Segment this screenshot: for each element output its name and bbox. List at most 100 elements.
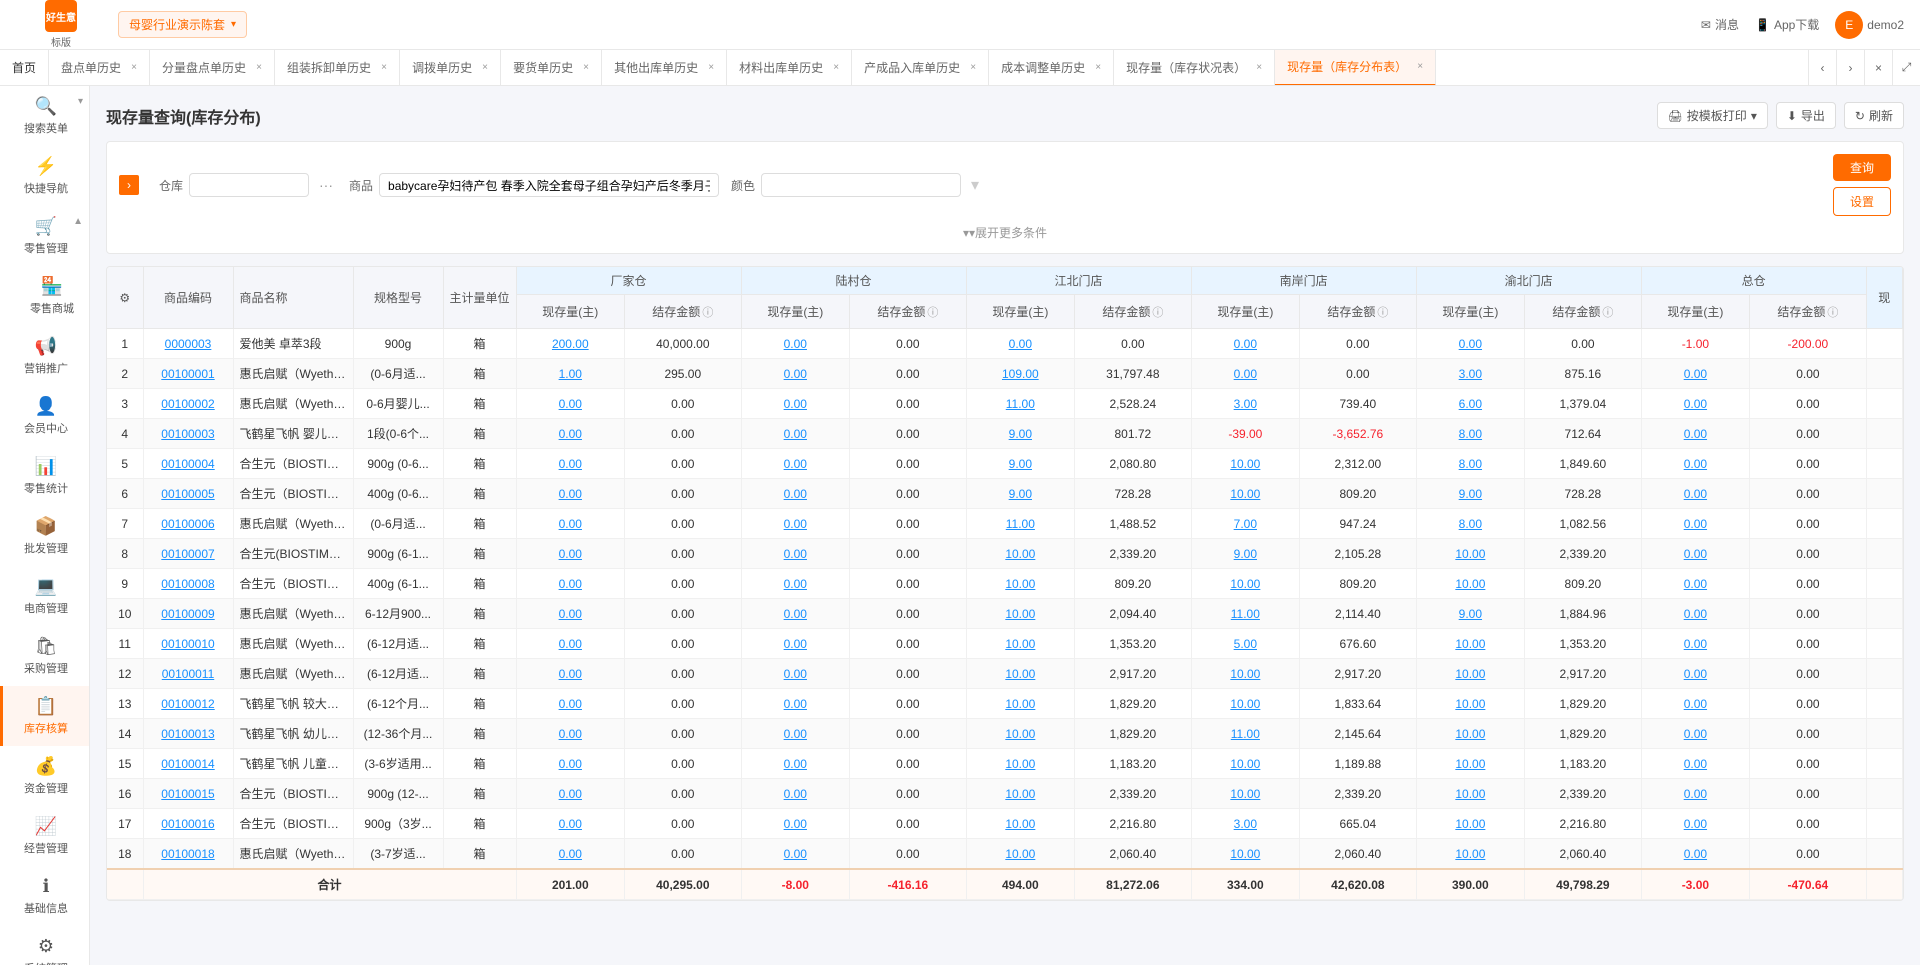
code-link[interactable]: 00100015 xyxy=(161,787,214,801)
cell-wh3-amt: 809.20 xyxy=(1300,569,1416,599)
tab-close-icon[interactable]: × xyxy=(1413,60,1427,74)
code-link[interactable]: 00100011 xyxy=(162,667,215,681)
code-link[interactable]: 00100018 xyxy=(161,847,214,861)
code-link[interactable]: 00100001 xyxy=(161,367,214,381)
tab-close-icon[interactable]: × xyxy=(966,61,980,75)
code-link[interactable]: 00100010 xyxy=(161,637,214,651)
tab-close-all-button[interactable]: × xyxy=(1864,50,1892,86)
sidebar-item-retail[interactable]: 🛒 零售管理 ▲ xyxy=(0,206,89,266)
tab-expand-button[interactable]: ⤢ xyxy=(1892,50,1920,86)
sidebar-item-mall[interactable]: 🏪 零售商城 xyxy=(0,266,89,326)
export-button[interactable]: ⬇ 导出 xyxy=(1776,102,1836,129)
code-link[interactable]: 00100004 xyxy=(161,457,214,471)
sidebar-item-retail-stats[interactable]: 📊 零售统计 xyxy=(0,446,89,506)
tab-close-icon[interactable]: × xyxy=(127,61,141,75)
code-link[interactable]: 00100003 xyxy=(161,427,214,441)
tab-chengben[interactable]: 成本调整单历史 × xyxy=(989,50,1114,86)
info-icon[interactable]: ⓘ xyxy=(927,307,938,319)
total-wh2-amt: 81,272.06 xyxy=(1075,869,1191,900)
info-icon[interactable]: ⓘ xyxy=(702,307,713,319)
tab-kucun2[interactable]: 现存量（库存分布表） × xyxy=(1275,50,1436,86)
code-link[interactable]: 00100002 xyxy=(161,397,214,411)
info-icon[interactable]: ⓘ xyxy=(1827,307,1838,319)
sidebar-item-inventory[interactable]: 📋 库存核算 xyxy=(0,686,89,746)
tab-diaobo[interactable]: 调拨单历史 × xyxy=(400,50,501,86)
sidebar-item-purchase[interactable]: 🛍 采购管理 xyxy=(0,626,89,686)
tab-next-button[interactable]: › xyxy=(1836,50,1864,86)
sidebar-item-basic[interactable]: ℹ 基础信息 xyxy=(0,866,89,926)
tab-yaohuo[interactable]: 要货单历史 × xyxy=(501,50,602,86)
tab-close-icon[interactable]: × xyxy=(478,61,492,75)
expand-more-button[interactable]: ▾▾ 展开更多条件 xyxy=(119,224,1891,241)
refresh-button[interactable]: ↻ 刷新 xyxy=(1844,102,1904,129)
tab-close-icon[interactable]: × xyxy=(252,61,266,75)
code-link[interactable]: 00100008 xyxy=(161,577,214,591)
nav-dropdown[interactable]: 母婴行业演示陈套 ▾ xyxy=(118,11,247,38)
info-icon[interactable]: ⓘ xyxy=(1602,307,1613,319)
color-input[interactable] xyxy=(761,173,961,197)
user-area[interactable]: E demo2 xyxy=(1835,11,1904,39)
cell-index: 14 xyxy=(107,719,143,749)
tab-pandian[interactable]: 盘点单历史 × xyxy=(49,50,150,86)
app-download-button[interactable]: 📱 App下载 xyxy=(1755,16,1819,33)
cell-unit: 箱 xyxy=(443,629,516,659)
settings-icon[interactable]: ⚙ xyxy=(119,291,130,305)
product-input[interactable] xyxy=(379,173,719,197)
warehouse-dots-button[interactable]: ··· xyxy=(319,177,333,193)
filter-toggle-button[interactable]: › xyxy=(119,175,139,195)
code-link[interactable]: 0000003 xyxy=(165,337,212,351)
message-button[interactable]: ✉ 消息 xyxy=(1701,16,1739,33)
cell-wh0-amt: 0.00 xyxy=(625,389,741,419)
cell-code: 00100016 xyxy=(143,809,233,839)
th-settings[interactable]: ⚙ xyxy=(107,267,143,329)
cell-wh4-amt: 2,917.20 xyxy=(1525,659,1641,689)
cell-wh0-amt: 0.00 xyxy=(625,749,741,779)
sidebar-item-member[interactable]: 👤 会员中心 xyxy=(0,386,89,446)
cell-wh5-qty: 0.00 xyxy=(1641,659,1750,689)
tab-close-icon[interactable]: × xyxy=(377,61,391,75)
tab-cailiaochu[interactable]: 材料出库单历史 × xyxy=(727,50,852,86)
sidebar-item-system[interactable]: ⚙ 系统管理 xyxy=(0,926,89,965)
tab-close-icon[interactable]: × xyxy=(1252,61,1266,75)
warehouse-input[interactable] xyxy=(189,173,309,197)
tab-close-icon[interactable]: × xyxy=(829,61,843,75)
code-link[interactable]: 00100013 xyxy=(161,727,214,741)
sidebar-item-marketing[interactable]: 📢 营销推广 xyxy=(0,326,89,386)
tab-fenpandian[interactable]: 分量盘点单历史 × xyxy=(150,50,275,86)
table-row: 800100007合生元(BIOSTIME)派...900g (6-1...箱0… xyxy=(107,539,1903,569)
tab-close-icon[interactable]: × xyxy=(1091,61,1105,75)
color-dropdown-icon[interactable]: ▾ xyxy=(971,175,979,195)
tab-zuzhuang[interactable]: 组装拆卸单历史 × xyxy=(275,50,400,86)
cell-wh1-amt: 0.00 xyxy=(850,389,966,419)
info-icon[interactable]: ⓘ xyxy=(1377,307,1388,319)
query-button[interactable]: 查询 xyxy=(1833,154,1891,181)
code-link[interactable]: 00100005 xyxy=(161,487,214,501)
sidebar-item-ecommerce[interactable]: 💻 电商管理 xyxy=(0,566,89,626)
info-icon[interactable]: ⓘ xyxy=(1152,307,1163,319)
sidebar-item-operations[interactable]: 📈 经营管理 xyxy=(0,806,89,866)
code-link[interactable]: 00100007 xyxy=(161,547,214,561)
code-link[interactable]: 00100009 xyxy=(161,607,214,621)
sidebar-item-nav[interactable]: ⚡ 快捷导航 xyxy=(0,146,89,206)
sidebar-item-wholesale[interactable]: 📦 批发管理 ▾ xyxy=(0,506,89,566)
tab-kucun1[interactable]: 现存量（库存状况表） × xyxy=(1114,50,1275,86)
code-link[interactable]: 00100016 xyxy=(161,817,214,831)
sidebar-item-finance[interactable]: 💰 资金管理 xyxy=(0,746,89,806)
tab-close-icon[interactable]: × xyxy=(579,61,593,75)
tab-home[interactable]: 首页 xyxy=(0,50,49,86)
table-row: 1400100013飞鹤星飞帆 幼儿配方奶...(12-36个月...箱0.00… xyxy=(107,719,1903,749)
code-link[interactable]: 00100006 xyxy=(161,517,214,531)
table-scroll-area[interactable]: ⚙ 商品编码 商品名称 规格型号 主计量单位 厂家仓 陆村仓 江北门店 南岸门店… xyxy=(107,267,1903,900)
setting-button[interactable]: 设置 xyxy=(1833,187,1891,216)
tab-chengpin[interactable]: 产成品入库单历史 × xyxy=(852,50,989,86)
sidebar-item-search[interactable]: 🔍 搜索英单 xyxy=(0,86,89,146)
cell-wh2-amt: 2,094.40 xyxy=(1075,599,1191,629)
print-button[interactable]: 🖨 按模板打印 ▾ xyxy=(1657,102,1768,129)
tab-qitachu[interactable]: 其他出库单历史 × xyxy=(602,50,727,86)
tab-close-icon[interactable]: × xyxy=(704,61,718,75)
code-link[interactable]: 00100014 xyxy=(161,757,214,771)
table-row: 1100100010惠氏启赋（Wyeth illu...(6-12月适...箱0… xyxy=(107,629,1903,659)
code-link[interactable]: 00100012 xyxy=(161,697,214,711)
tab-prev-button[interactable]: ‹ xyxy=(1808,50,1836,86)
download-icon: 📱 xyxy=(1755,18,1770,32)
